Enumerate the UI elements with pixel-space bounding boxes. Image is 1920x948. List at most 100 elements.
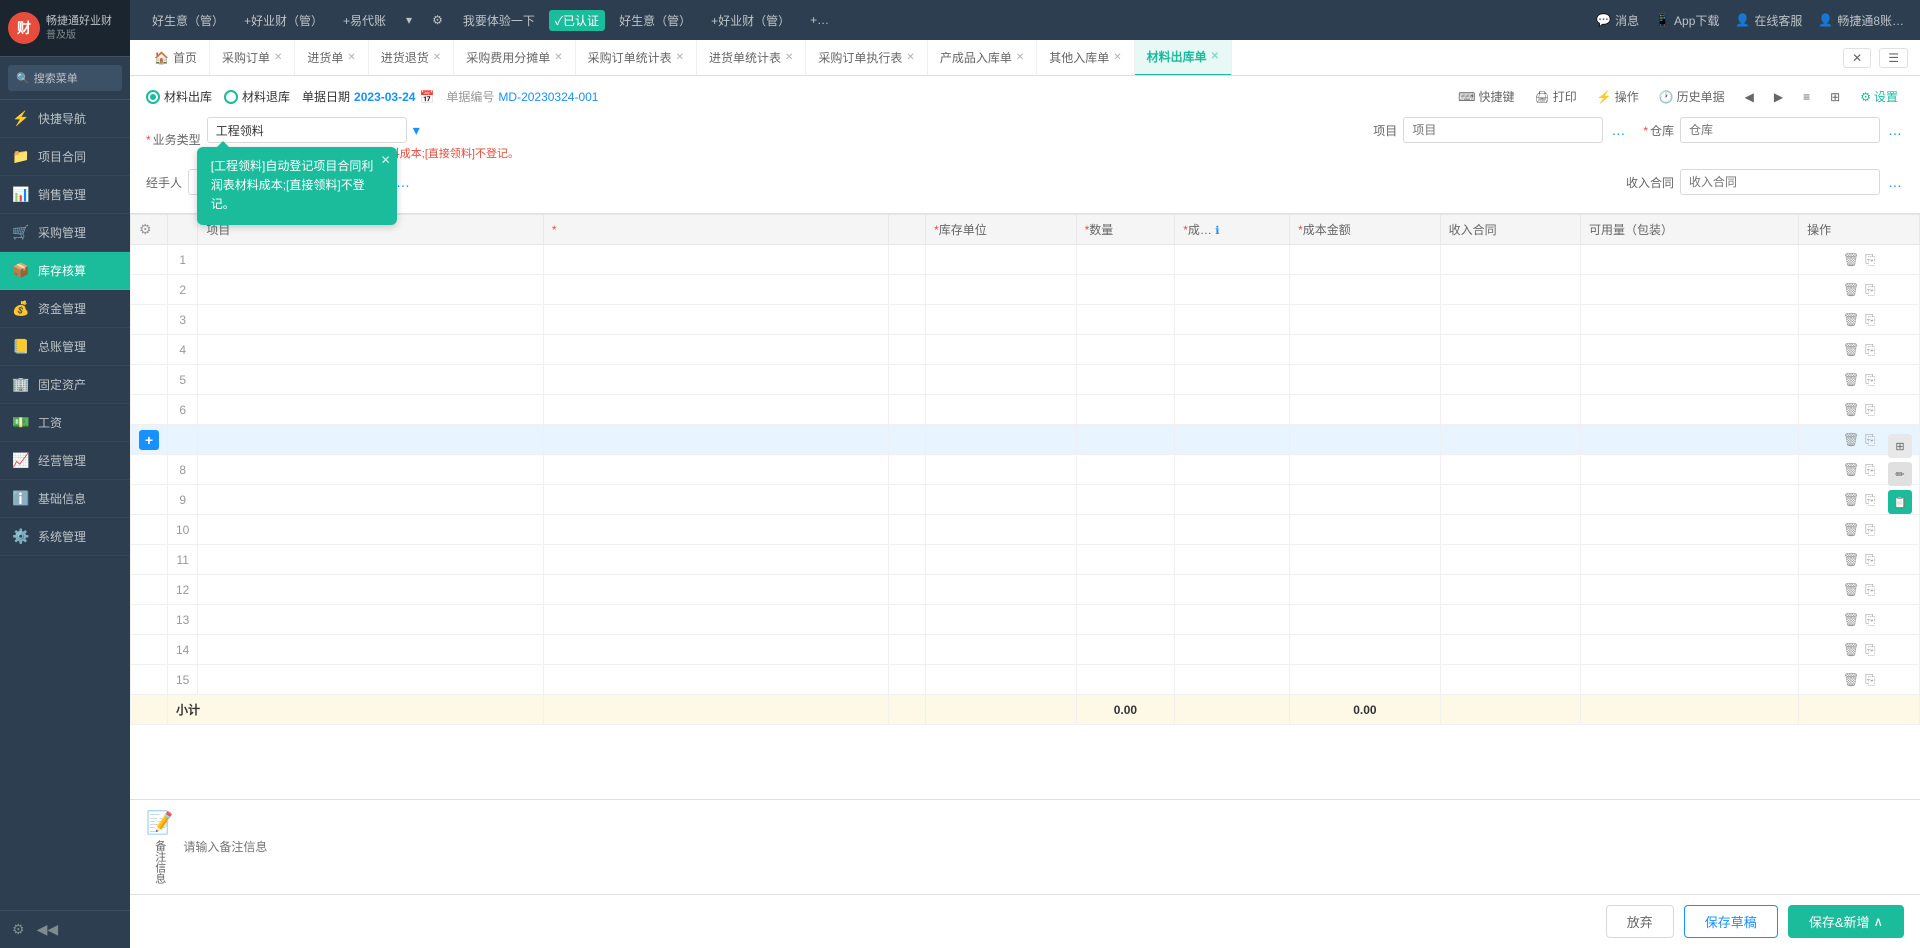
delete-row-btn[interactable]: 🗑 [1840,251,1863,269]
tab-inbound-stats[interactable]: 进货单统计表 ✕ [697,40,806,76]
sidebar-item-basic[interactable]: ℹ️ 基础信息 [0,480,130,518]
project-input[interactable] [1403,117,1603,143]
settings-bottom-button[interactable]: ⚙ [12,921,25,938]
nav-haoshengyi2[interactable]: 好生意（管） [613,10,697,31]
message-button[interactable]: 💬 消息 [1596,12,1639,29]
app-download-button[interactable]: 📱 App下载 [1655,12,1719,29]
delete-row-btn[interactable]: 🗑 [1840,491,1863,509]
float-tool-3[interactable]: 📋 [1888,490,1912,514]
nav-settings-gear[interactable]: ⚙ [426,11,449,29]
tab-close-purchase-order[interactable]: ✕ [274,52,282,63]
online-service-button[interactable]: 👤 在线客服 [1735,12,1802,29]
warehouse-dots-btn[interactable]: … [1886,122,1904,138]
history-button[interactable]: 🕐 历史单据 [1653,86,1731,107]
row-project-input[interactable] [200,433,541,447]
tab-inbound-return[interactable]: 进货退货 ✕ [369,40,454,76]
close-tab-button[interactable]: ✕ [1843,48,1871,68]
copy-row-btn[interactable]: ⎘ [1862,251,1878,269]
business-type-input[interactable] [207,117,407,143]
list-view-button[interactable]: ≡ [1797,86,1816,107]
float-tool-2[interactable]: ✏ [1888,462,1912,486]
copy-active-row-btn[interactable]: ⎘ [1862,431,1878,449]
copy-row-btn[interactable]: ⎘ [1862,341,1878,359]
project-dots-btn[interactable]: … [1609,122,1627,138]
copy-row-btn[interactable]: ⎘ [1862,491,1878,509]
quick-key-button[interactable]: ⌨ 快捷键 [1452,86,1520,107]
nav-dropdown[interactable]: ▾ [400,11,418,29]
tab-more-button[interactable]: ☰ [1879,48,1908,68]
float-tool-1[interactable]: ⊞ [1888,434,1912,458]
delete-row-btn[interactable]: 🗑 [1840,611,1863,629]
form-settings-button[interactable]: ⚙ 设置 [1854,86,1904,107]
discard-button[interactable]: 放弃 [1606,905,1674,938]
sidebar-item-salary[interactable]: 💵 工资 [0,404,130,442]
add-row-button[interactable]: + [139,430,159,450]
copy-row-btn[interactable]: ⎘ [1862,401,1878,419]
copy-row-btn[interactable]: ⎘ [1862,641,1878,659]
delete-row-btn[interactable]: 🗑 [1840,641,1863,659]
calendar-icon[interactable]: 📅 [419,90,434,104]
delete-row-btn[interactable]: 🗑 [1840,341,1863,359]
delete-row-btn[interactable]: 🗑 [1840,311,1863,329]
revenue-contract-dots-btn[interactable]: … [1886,174,1904,190]
tooltip-close-button[interactable]: ✕ [381,151,391,170]
next-record-button[interactable]: ▶ [1768,86,1789,107]
handler-dots-btn[interactable]: … [394,174,412,190]
radio-material-outbound[interactable]: 材料出库 [146,88,212,105]
collapse-sidebar-button[interactable]: ◀◀ [37,921,59,938]
radio-material-return[interactable]: 材料退库 [224,88,290,105]
tab-material-outbound[interactable]: 材料出库单 ✕ [1135,40,1232,76]
sidebar-item-assets[interactable]: 🏢 固定资产 [0,366,130,404]
delete-row-btn[interactable]: 🗑 [1840,521,1863,539]
operations-button[interactable]: ⚡ 操作 [1591,86,1645,107]
delete-row-btn[interactable]: 🗑 [1840,461,1863,479]
copy-row-btn[interactable]: ⎘ [1862,671,1878,689]
tab-product-inbound[interactable]: 产成品入库单 ✕ [928,40,1037,76]
nav-haoyecai[interactable]: +好业财（管） [238,10,329,31]
sidebar-item-quick-nav[interactable]: ⚡ 快捷导航 [0,100,130,138]
delete-row-btn[interactable]: 🗑 [1840,551,1863,569]
save-draft-button[interactable]: 保存草稿 [1684,905,1778,938]
tab-close-other-inbound[interactable]: ✕ [1113,52,1121,63]
nav-more[interactable]: +… [804,11,835,29]
sidebar-item-finance[interactable]: 💰 资金管理 [0,290,130,328]
delete-row-btn[interactable]: 🗑 [1840,581,1863,599]
tab-close-inbound[interactable]: ✕ [347,52,355,63]
copy-row-btn[interactable]: ⎘ [1862,281,1878,299]
sidebar-item-sales[interactable]: 📊 销售管理 [0,176,130,214]
tab-close-purchase-exec[interactable]: ✕ [906,52,914,63]
tab-inbound[interactable]: 进货单 ✕ [295,40,368,76]
copy-row-btn[interactable]: ⎘ [1862,461,1878,479]
tab-close-material-outbound[interactable]: ✕ [1211,51,1219,62]
delete-row-btn[interactable]: 🗑 [1840,281,1863,299]
tab-purchase-exec[interactable]: 采购订单执行表 ✕ [806,40,927,76]
copy-row-btn[interactable]: ⎘ [1862,581,1878,599]
sidebar-item-project[interactable]: 📁 项目合同 [0,138,130,176]
business-type-dropdown-btn[interactable]: ▾ [411,122,422,139]
delete-active-row-btn[interactable]: 🗑 [1840,431,1863,449]
delete-row-btn[interactable]: 🗑 [1840,401,1863,419]
tab-close-purchase-fee[interactable]: ✕ [554,52,562,63]
nav-haoshengyi[interactable]: 好生意（管） [146,10,230,31]
print-button[interactable]: 🖨 打印 [1528,86,1582,107]
tab-close-inbound-stats[interactable]: ✕ [785,52,793,63]
prev-record-button[interactable]: ◀ [1739,86,1760,107]
warehouse-input[interactable] [1680,117,1880,143]
delete-row-btn[interactable]: 🗑 [1840,371,1863,389]
notes-input[interactable] [183,840,1904,854]
tab-purchase-order[interactable]: 采购订单 ✕ [210,40,295,76]
delete-row-btn[interactable]: 🗑 [1840,671,1863,689]
row-material-input[interactable] [546,433,887,447]
sidebar-item-purchase[interactable]: 🛒 采购管理 [0,214,130,252]
tab-close-product-inbound[interactable]: ✕ [1016,52,1024,63]
nav-yidazhang[interactable]: +易代账 [337,10,392,31]
copy-row-btn[interactable]: ⎘ [1862,551,1878,569]
table-settings-btn[interactable]: ⚙ [139,221,152,238]
sidebar-item-operations[interactable]: 📈 经营管理 [0,442,130,480]
tab-home[interactable]: 🏠 首页 [142,40,210,76]
user-account-button[interactable]: 👤 畅捷通8账… [1818,12,1904,29]
sidebar-item-system[interactable]: ⚙️ 系统管理 [0,518,130,556]
tab-other-inbound[interactable]: 其他入库单 ✕ [1037,40,1134,76]
tab-purchase-stats[interactable]: 采购订单统计表 ✕ [576,40,697,76]
revenue-contract-input[interactable] [1680,169,1880,195]
